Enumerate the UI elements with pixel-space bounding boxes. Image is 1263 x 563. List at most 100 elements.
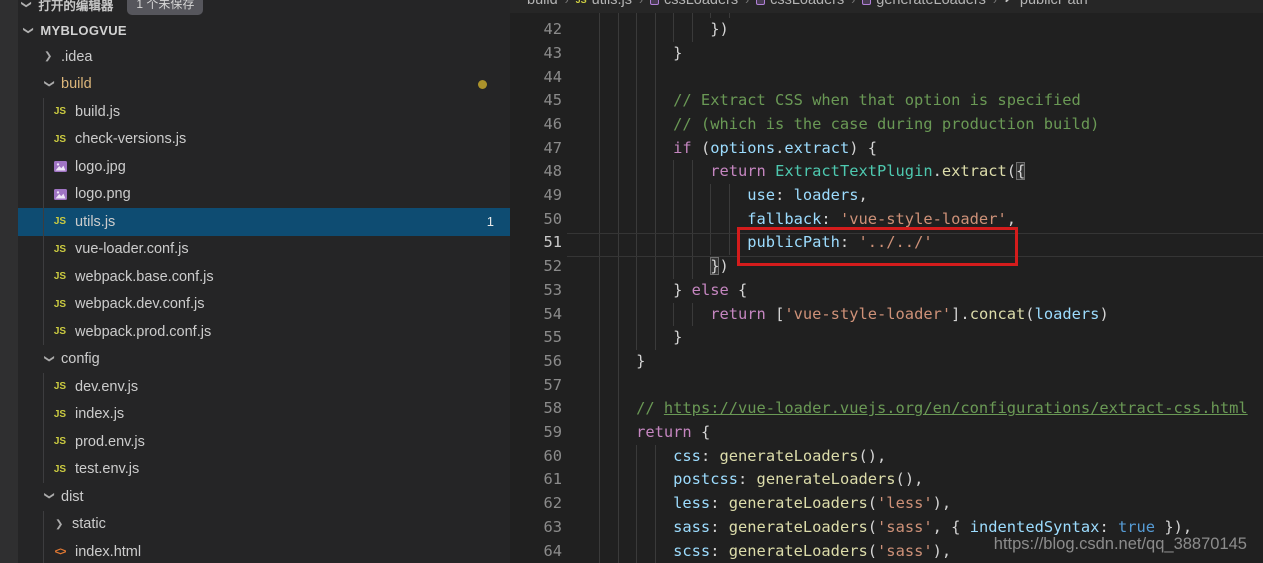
code-line-62[interactable]: less: generateLoaders('less'),	[599, 492, 1263, 516]
tree-item-test.env.js[interactable]: JStest.env.js	[18, 456, 510, 484]
tree-item-index.js[interactable]: JSindex.js	[18, 401, 510, 429]
breadcrumb-item-build[interactable]: build	[527, 0, 558, 8]
code-text: less: generateLoaders('less'),	[599, 492, 1263, 516]
line-number-53[interactable]: 53	[510, 279, 562, 303]
indent-guide	[599, 18, 600, 42]
open-editors-label: 打开的编辑器	[38, 0, 113, 14]
line-number-64[interactable]: 64	[510, 540, 562, 563]
indent-guide	[655, 303, 656, 327]
tree-item-vue-loader.conf.js[interactable]: JSvue-loader.conf.js	[18, 236, 510, 264]
tree-item-build[interactable]: ❯build	[18, 71, 510, 99]
code-text: } else {	[599, 279, 1263, 303]
tree-item-webpack.base.conf.js[interactable]: JSwebpack.base.conf.js	[18, 263, 510, 291]
code-text: return {	[599, 421, 1263, 445]
indent-guide	[618, 468, 619, 492]
tree-item-webpack.dev.conf.js[interactable]: JSwebpack.dev.conf.js	[18, 291, 510, 319]
open-editors-section-header[interactable]: ❯ 打开的编辑器 1 个未保存	[18, 0, 510, 17]
code-token: (),	[858, 447, 886, 465]
line-number-62[interactable]: 62	[510, 492, 562, 516]
code-line-57[interactable]	[599, 374, 1263, 398]
tree-item-build.js[interactable]: JSbuild.js	[18, 98, 510, 126]
line-number-42[interactable]: 42	[510, 18, 562, 42]
code-line-44[interactable]	[599, 66, 1263, 90]
tree-item-config[interactable]: ❯config	[18, 346, 510, 374]
code-line-53[interactable]: } else {	[599, 279, 1263, 303]
code-line-49[interactable]: use: loaders,	[599, 184, 1263, 208]
tree-item-dev.env.js[interactable]: JSdev.env.js	[18, 373, 510, 401]
project-root-row[interactable]: ❯ MYBLOGVUE	[18, 18, 510, 43]
tree-item-webpack.prod.conf.js[interactable]: JSwebpack.prod.conf.js	[18, 318, 510, 346]
tree-item-logo.png[interactable]: logo.png	[18, 181, 510, 209]
code-token: (),	[896, 470, 924, 488]
indent-guide	[618, 113, 619, 137]
tree-item-dist[interactable]: ❯dist	[18, 483, 510, 511]
code-token: https://vue-loader.vuejs.org/en/configur…	[664, 399, 1248, 417]
code-token: return	[710, 162, 766, 180]
line-number-52[interactable]: 52	[510, 255, 562, 279]
breadcrumb-item-generateLoaders[interactable]: generateLoaders	[862, 0, 986, 8]
line-number-45[interactable]: 45	[510, 89, 562, 113]
indent-guide	[599, 516, 600, 540]
code-line-43[interactable]: }	[599, 42, 1263, 66]
code-token: sass	[673, 518, 710, 536]
tree-item-logo.jpg[interactable]: logo.jpg	[18, 153, 510, 181]
code-token: postcss	[673, 470, 738, 488]
line-number-51[interactable]: 51	[510, 231, 562, 255]
code-token: ExtractTextPlugin	[775, 162, 933, 180]
tree-item-utils.js[interactable]: JSutils.js1	[18, 208, 510, 236]
breadcrumb-item-cssLoaders[interactable]: cssLoaders	[756, 0, 844, 8]
code-token: // (which is the case during production …	[673, 115, 1099, 133]
line-number-56[interactable]: 56	[510, 350, 562, 374]
line-number-43[interactable]: 43	[510, 42, 562, 66]
line-number-60[interactable]: 60	[510, 445, 562, 469]
code-line-54[interactable]: return ['vue-style-loader'].concat(loade…	[599, 303, 1263, 327]
tree-item-.idea[interactable]: ❯.idea	[18, 43, 510, 71]
tree-item-static[interactable]: ❯static	[18, 511, 510, 539]
code-token: 'less'	[877, 494, 933, 512]
line-number-58[interactable]: 58	[510, 397, 562, 421]
breadcrumb-item-utils.js[interactable]: JSutils.js	[576, 0, 632, 8]
line-number-48[interactable]: 48	[510, 160, 562, 184]
indent-guide	[618, 516, 619, 540]
indent-guide	[710, 208, 711, 232]
breadcrumb-item-publicPath[interactable]: publicPath	[1004, 0, 1088, 8]
indent-guide	[655, 208, 656, 232]
watermark: https://blog.csdn.net/qq_38870145	[994, 535, 1247, 554]
activity-bar[interactable]: )›]›	[0, 0, 18, 563]
indent-guide	[599, 255, 600, 279]
line-number-47[interactable]: 47	[510, 137, 562, 161]
code-line-61[interactable]: postcss: generateLoaders(),	[599, 468, 1263, 492]
line-number-44[interactable]: 44	[510, 66, 562, 90]
code-line-48[interactable]: return ExtractTextPlugin.extract({	[599, 160, 1263, 184]
code-line-58[interactable]: // https://vue-loader.vuejs.org/en/confi…	[599, 397, 1263, 421]
code-line-42[interactable]: })	[599, 18, 1263, 42]
line-number-49[interactable]: 49	[510, 184, 562, 208]
line-number-54[interactable]: 54	[510, 303, 562, 327]
line-number-61[interactable]: 61	[510, 468, 562, 492]
tree-item-index.html[interactable]: <>index.html	[18, 538, 510, 563]
line-number-50[interactable]: 50	[510, 208, 562, 232]
line-number-63[interactable]: 63	[510, 516, 562, 540]
chevron-down-icon: ❯	[23, 26, 34, 34]
tree-item-check-versions.js[interactable]: JScheck-versions.js	[18, 126, 510, 154]
tree-indent-guide	[43, 511, 44, 563]
indent-guide	[692, 18, 693, 42]
tree-item-prod.env.js[interactable]: JSprod.env.js	[18, 428, 510, 456]
line-number-59[interactable]: 59	[510, 421, 562, 445]
indent-guide	[655, 137, 656, 161]
indent-guide	[618, 492, 619, 516]
code-line-56[interactable]: }	[599, 350, 1263, 374]
line-number-55[interactable]: 55	[510, 326, 562, 350]
code-line-59[interactable]: return {	[599, 421, 1263, 445]
breadcrumb-item-cssLoaders[interactable]: cssLoaders	[650, 0, 738, 8]
code-line-45[interactable]: // Extract CSS when that option is speci…	[599, 89, 1263, 113]
indent-guide	[618, 208, 619, 232]
indent-guide	[618, 137, 619, 161]
line-number-57[interactable]: 57	[510, 374, 562, 398]
line-number-46[interactable]: 46	[510, 113, 562, 137]
code-line-46[interactable]: // (which is the case during production …	[599, 113, 1263, 137]
code-line-60[interactable]: css: generateLoaders(),	[599, 445, 1263, 469]
code-line-55[interactable]: }	[599, 326, 1263, 350]
code-line-47[interactable]: if (options.extract) {	[599, 137, 1263, 161]
chevron-down-icon: ❯	[44, 79, 55, 89]
